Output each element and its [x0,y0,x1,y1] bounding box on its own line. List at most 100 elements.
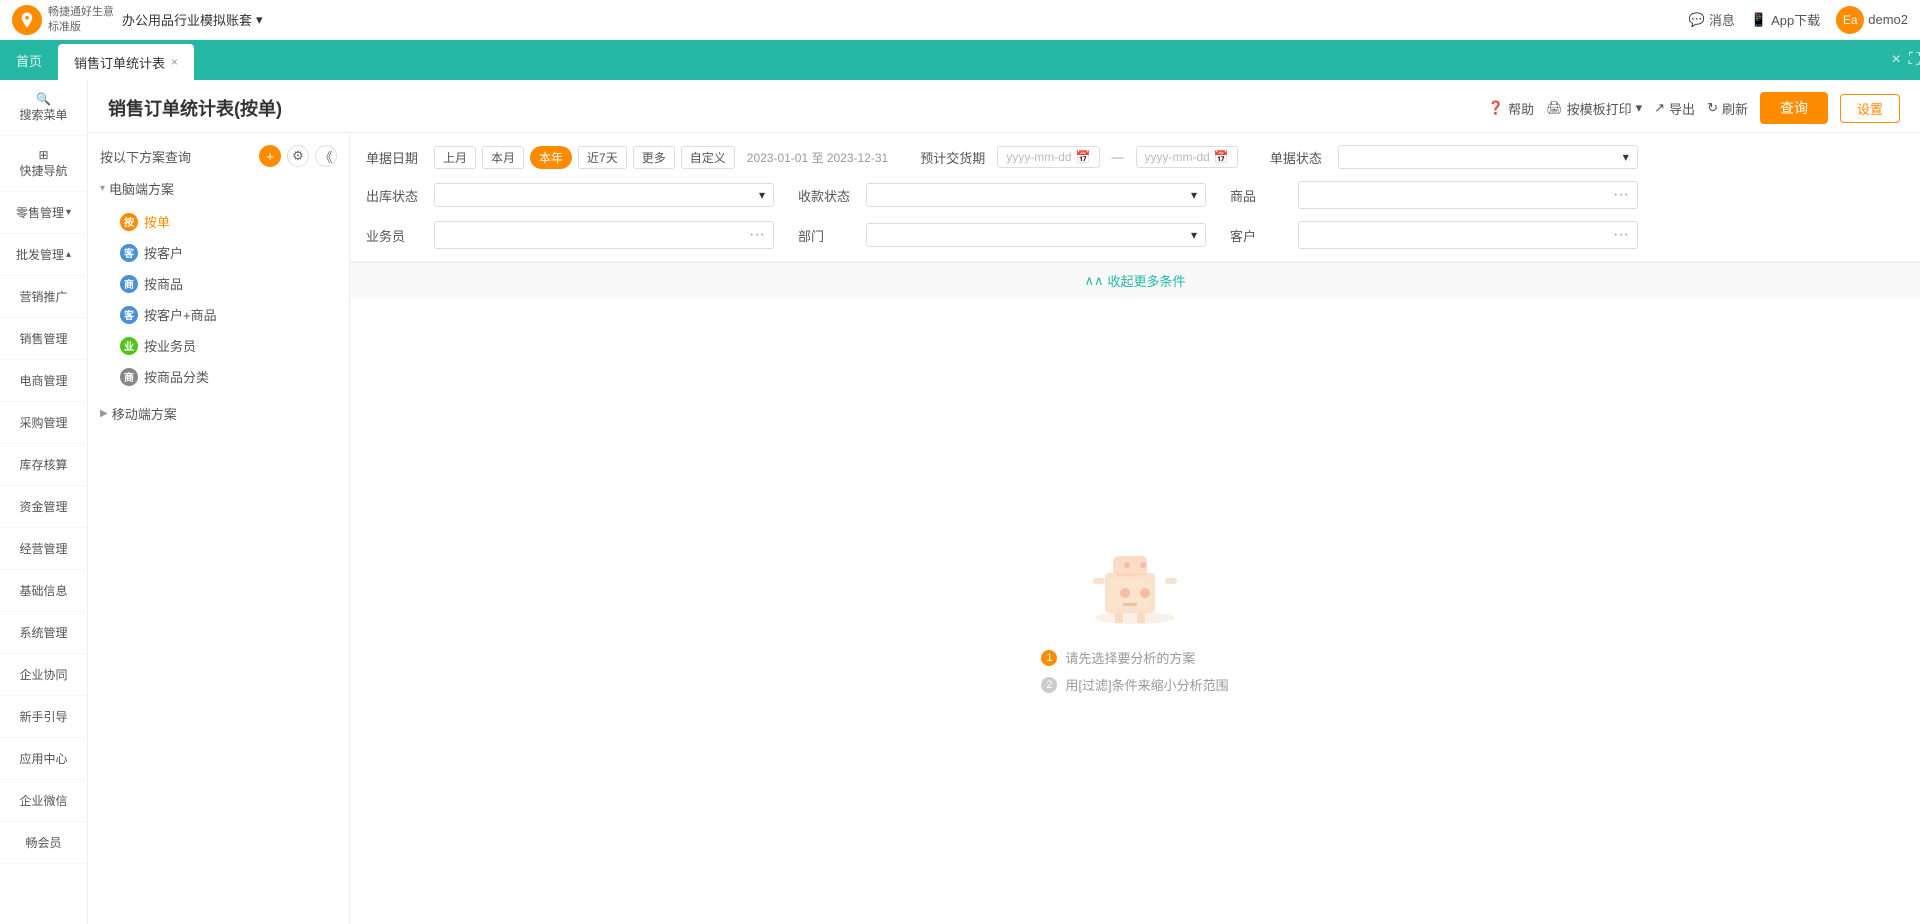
filter-collapse-bar: ∧∧ 收起更多条件 [350,262,1920,298]
collapse-btn[interactable]: ∧∧ 收起更多条件 [1084,271,1185,290]
date-btn-more[interactable]: 更多 [633,146,675,169]
page-title: 销售订单统计表(按单) [108,95,282,121]
tree-arrow-icon: ▶ [100,408,108,419]
scheme-icon-category: 商 [120,368,138,386]
empty-state: 1 请先选择要分析的方案 2 用[过滤]条件来缩小分析范围 [350,298,1920,924]
sidebar-item-finance[interactable]: 资金管理 [0,486,87,528]
phone-icon: 📱 [1751,12,1767,28]
sidebar-item-search[interactable]: 🔍 搜索菜单 [0,80,87,136]
scheme-item-by-customer[interactable]: 客 按客户 [100,237,337,268]
sidebar-item-wechat[interactable]: 企业微信 [0,780,87,822]
department-select[interactable]: ▾ [866,223,1206,247]
filter-area: 单据日期 上月 本月 本年 近7天 更多 自定义 2023-01-01 至 20… [350,133,1920,262]
goods-input[interactable]: ··· [1298,181,1638,209]
sidebar-item-wholesale[interactable]: 批发管理 ▴ [0,234,87,276]
sidebar-item-enterprise[interactable]: 企业协同 [0,654,87,696]
print-btn[interactable]: 🖨 按模板打印 ▾ [1546,99,1642,118]
messages-btn[interactable]: 💬 消息 [1689,10,1735,29]
chevron-down-icon: ▾ [1191,228,1197,242]
logo-area: 畅捷通好生意 标准版 [12,5,114,35]
date-to-input[interactable]: yyyy-mm-dd 📅 [1136,146,1238,168]
mobile-section-header[interactable]: ▶ 移动端方案 [100,400,337,427]
help-btn[interactable]: ❓ 帮助 [1488,99,1534,118]
sidebar-item-inventory[interactable]: 库存核算 [0,444,87,486]
empty-tip-2: 2 用[过滤]条件来缩小分析范围 [1041,675,1228,694]
sidebar-item-sales[interactable]: 销售管理 [0,318,87,360]
sidebar-item-basic-info[interactable]: 基础信息 [0,570,87,612]
desktop-section-header[interactable]: ▾ 电脑端方案 [100,175,337,202]
export-btn[interactable]: ↗ 导出 [1654,99,1695,118]
sidebar-item-app-center[interactable]: 应用中心 [0,738,87,780]
expand-icon: ▴ [66,249,71,260]
search-icon: 🔍 [36,92,51,106]
tip-num-1: 1 [1041,650,1057,666]
status-select[interactable]: ▾ [1338,145,1638,169]
date-btn-7days[interactable]: 近7天 [578,146,627,169]
left-panel: 按以下方案查询 + ⚙ 《 ▾ 电脑端方案 按 按 [88,133,350,924]
date-btn-last-month[interactable]: 上月 [434,146,476,169]
customer-input[interactable]: ··· [1298,221,1638,249]
filter-row-1: 单据日期 上月 本月 本年 近7天 更多 自定义 2023-01-01 至 20… [366,145,1904,169]
salesperson-input[interactable]: ··· [434,221,774,249]
company-selector[interactable]: 办公用品行业模拟账套 ▾ [122,10,263,29]
scheme-icon-cust-goods: 客 [120,306,138,324]
user-menu[interactable]: Ea demo2 [1836,6,1908,34]
topbar-right: 💬 消息 📱 App下载 Ea demo2 [1689,6,1908,34]
date-btn-custom[interactable]: 自定义 [681,146,735,169]
tab-sales-order-stats[interactable]: 销售订单统计表 × [58,44,194,80]
logo-icon [12,5,42,35]
window-close-icon[interactable]: × [1891,51,1900,69]
sidebar-item-retail[interactable]: 零售管理 ▾ [0,192,87,234]
date-from-input[interactable]: yyyy-mm-dd 📅 [997,146,1099,168]
page-header: 销售订单统计表(按单) ❓ 帮助 🖨 按模板打印 ▾ ↗ 导出 ↻ 刷新 [88,80,1920,133]
refresh-btn[interactable]: ↻ 刷新 [1707,99,1748,118]
date-btn-group: 上月 本月 本年 近7天 更多 自定义 [434,146,735,169]
sidebar-item-system[interactable]: 系统管理 [0,612,87,654]
empty-tips: 1 请先选择要分析的方案 2 用[过滤]条件来缩小分析范围 [1041,648,1228,694]
scheme-icon-order: 按 [120,213,138,231]
scheme-item-by-goods[interactable]: 商 按商品 [100,268,337,299]
inner-layout: 按以下方案查询 + ⚙ 《 ▾ 电脑端方案 按 按 [88,133,1920,924]
tab-home[interactable]: 首页 [0,40,58,80]
nav-tabs: 首页 销售订单统计表 × × ⛶ [0,40,1920,80]
settings-button[interactable]: 设置 [1840,94,1900,123]
sidebar-item-marketing[interactable]: 营销推广 [0,276,87,318]
date-btn-this-year[interactable]: 本年 [530,146,572,169]
sidebar: 🔍 搜索菜单 ⊞ 快捷导航 零售管理 ▾ 批发管理 ▴ 营销推广 销售管理 电商… [0,80,88,924]
window-maximize-icon[interactable]: ⛶ [1909,51,1920,69]
content-area: 销售订单统计表(按单) ❓ 帮助 🖨 按模板打印 ▾ ↗ 导出 ↻ 刷新 [88,80,1920,924]
main-layout: 🔍 搜索菜单 ⊞ 快捷导航 零售管理 ▾ 批发管理 ▴ 营销推广 销售管理 电商… [0,80,1920,924]
sidebar-item-quick-nav[interactable]: ⊞ 快捷导航 [0,136,87,192]
scheme-settings-btn[interactable]: ⚙ [287,145,309,167]
scheme-icon-customer: 客 [120,244,138,262]
sidebar-item-member[interactable]: 畅会员 [0,822,87,864]
filter-row-2: 出库状态 ▾ 收款状态 ▾ 商品 ··· [366,181,1904,209]
message-icon: 💬 [1689,12,1705,28]
sidebar-item-operations[interactable]: 经营管理 [0,528,87,570]
collapse-panel-btn[interactable]: 《 [315,145,337,167]
page-actions: ❓ 帮助 🖨 按模板打印 ▾ ↗ 导出 ↻ 刷新 查询 设置 [1488,92,1900,124]
sidebar-item-purchase[interactable]: 采购管理 [0,402,87,444]
print-chevron-icon: ▾ [1636,100,1643,116]
sidebar-item-ecommerce[interactable]: 电商管理 [0,360,87,402]
sidebar-item-newbie[interactable]: 新手引导 [0,696,87,738]
payment-status-select[interactable]: ▾ [866,183,1206,207]
filter-row-3: 业务员 ··· 部门 ▾ 客户 ··· [366,221,1904,249]
help-icon: ❓ [1488,100,1504,116]
date-btn-this-month[interactable]: 本月 [482,146,524,169]
scheme-item-by-category[interactable]: 商 按商品分类 [100,361,337,392]
chevron-down-icon: ▾ [1623,150,1629,164]
print-icon: 🖨 [1546,100,1563,116]
out-status-select[interactable]: ▾ [434,183,774,207]
scheme-item-by-order[interactable]: 按 按单 [100,206,337,237]
query-button[interactable]: 查询 [1760,92,1828,124]
scheme-item-by-salesperson[interactable]: 业 按业务员 [100,330,337,361]
calendar-icon: 📅 [1076,150,1091,164]
avatar: Ea [1836,6,1864,34]
scheme-item-by-customer-goods[interactable]: 客 按客户+商品 [100,299,337,330]
tab-close-icon[interactable]: × [171,55,178,69]
right-panel: 单据日期 上月 本月 本年 近7天 更多 自定义 2023-01-01 至 20… [350,133,1920,924]
add-scheme-btn[interactable]: + [259,145,281,167]
calendar-icon-2: 📅 [1214,150,1229,164]
app-download-btn[interactable]: 📱 App下载 [1751,10,1820,29]
